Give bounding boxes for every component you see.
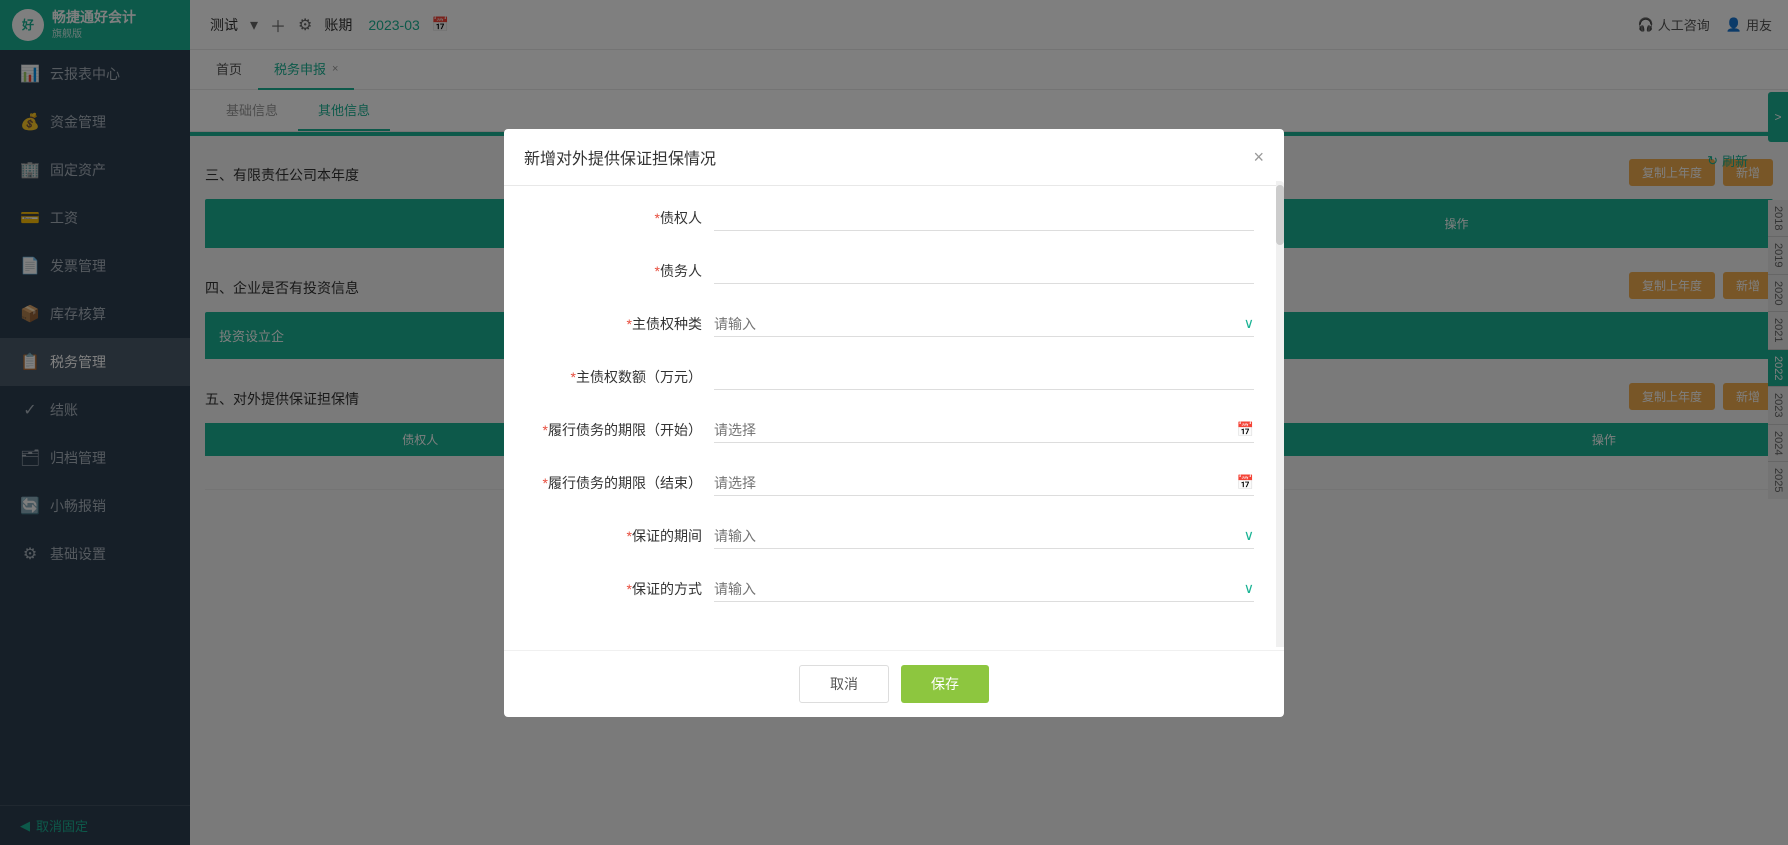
creditor-label: *债权人 <box>534 208 714 228</box>
creditor-input[interactable] <box>714 206 1254 231</box>
debt-amount-label: *主债权数额（万元） <box>534 367 714 387</box>
period-start-label: *履行债务的期限（开始） <box>534 420 714 440</box>
calendar-end-icon[interactable]: 📅 <box>1237 474 1254 491</box>
guarantee-period-label: *保证的期间 <box>534 526 714 546</box>
calendar-start-icon[interactable]: 📅 <box>1237 421 1254 438</box>
guarantee-method-label: *保证的方式 <box>534 579 714 599</box>
guarantee-period-input[interactable] <box>714 524 1244 548</box>
period-start-input[interactable] <box>714 418 1237 442</box>
period-start-date: 📅 <box>714 418 1254 443</box>
debt-type-label: *主债权种类 <box>534 314 714 334</box>
modal-title: 新增对外提供保证担保情况 <box>524 145 716 169</box>
debtor-input[interactable] <box>714 259 1254 284</box>
modal-close-btn[interactable]: × <box>1253 148 1264 166</box>
form-row-debt-type: *主债权种类 ∨ <box>534 312 1254 337</box>
period-end-date: 📅 <box>714 471 1254 496</box>
guarantee-method-select: ∨ <box>714 577 1254 602</box>
guarantee-method-input[interactable] <box>714 577 1244 601</box>
debt-amount-input[interactable] <box>714 365 1254 390</box>
modal-body: *债权人 *债务人 *主债权种类 ∨ <box>504 186 1284 650</box>
cancel-button[interactable]: 取消 <box>799 665 889 703</box>
modal-overlay: 新增对外提供保证担保情况 × *债权人 *债务人 *主债权种类 <box>0 0 1788 845</box>
chevron-down-icon[interactable]: ∨ <box>1244 315 1254 332</box>
scrollbar-track <box>1276 181 1284 647</box>
debt-type-input[interactable] <box>714 312 1244 336</box>
modal-footer: 取消 保存 <box>504 650 1284 717</box>
form-row-creditor: *债权人 <box>534 206 1254 231</box>
form-row-period-start: *履行债务的期限（开始） 📅 <box>534 418 1254 443</box>
form-row-period-end: *履行债务的期限（结束） 📅 <box>534 471 1254 496</box>
period-end-label: *履行债务的期限（结束） <box>534 473 714 493</box>
chevron-down-guarantee-method-icon[interactable]: ∨ <box>1244 580 1254 597</box>
modal-header: 新增对外提供保证担保情况 × <box>504 129 1284 186</box>
save-button[interactable]: 保存 <box>901 665 989 703</box>
scrollbar-thumb[interactable] <box>1276 185 1284 245</box>
guarantee-period-select: ∨ <box>714 524 1254 549</box>
form-row-debtor: *债务人 <box>534 259 1254 284</box>
debtor-label: *债务人 <box>534 261 714 281</box>
form-row-guarantee-method: *保证的方式 ∨ <box>534 577 1254 602</box>
chevron-down-guarantee-period-icon[interactable]: ∨ <box>1244 527 1254 544</box>
modal-dialog: 新增对外提供保证担保情况 × *债权人 *债务人 *主债权种类 <box>504 129 1284 717</box>
debt-type-select: ∨ <box>714 312 1254 337</box>
form-row-guarantee-period: *保证的期间 ∨ <box>534 524 1254 549</box>
period-end-input[interactable] <box>714 471 1237 495</box>
form-row-debt-amount: *主债权数额（万元） <box>534 365 1254 390</box>
